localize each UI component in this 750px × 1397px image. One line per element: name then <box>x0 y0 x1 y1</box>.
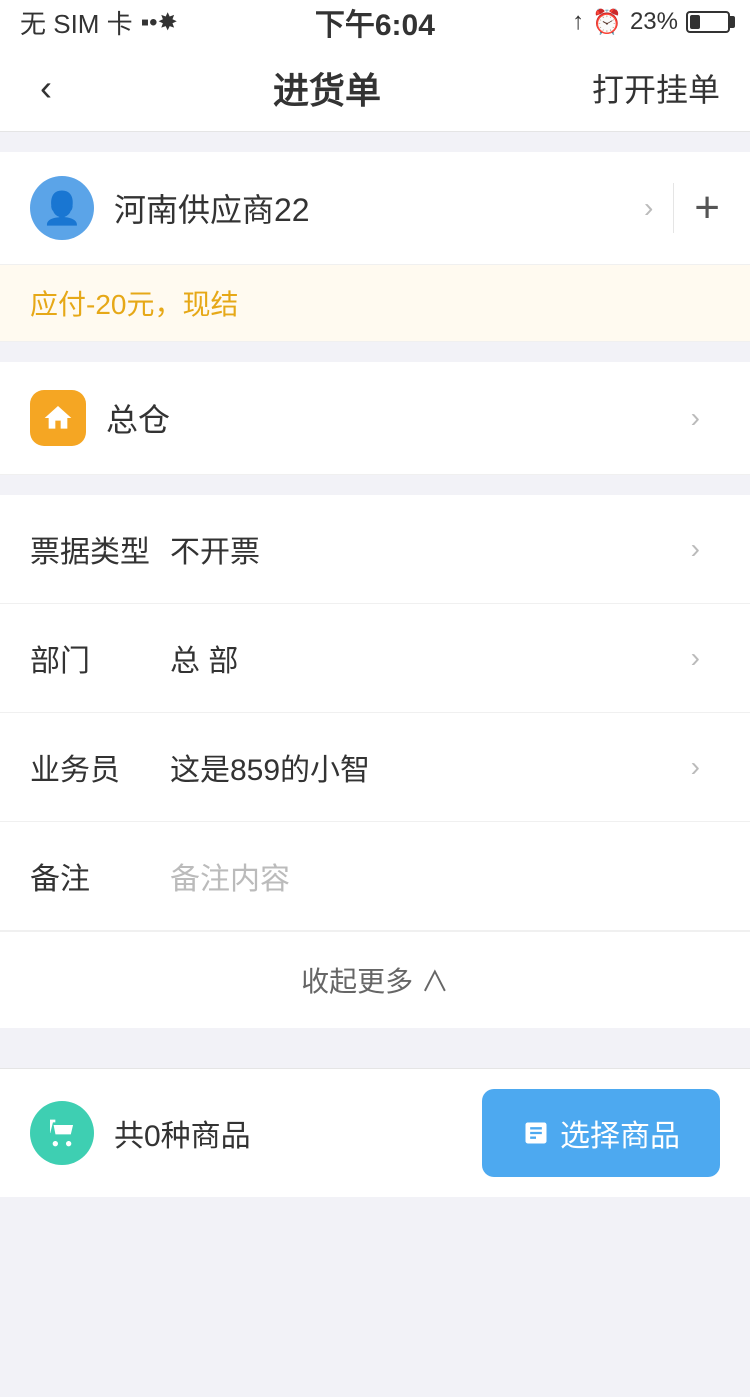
department-row[interactable]: 部门 总 部 › <box>0 604 750 713</box>
status-left: 无 SIM 卡 ▪•✸ <box>20 4 178 41</box>
vertical-divider <box>673 183 674 233</box>
back-button[interactable]: ‹ <box>30 57 62 119</box>
salesperson-chevron-icon: › <box>691 751 700 783</box>
time-label: 下午6:04 <box>315 0 435 44</box>
cart-icon <box>30 1101 94 1165</box>
bottom-bar: 共0种商品 选择商品 <box>0 1068 750 1197</box>
battery-percent: 23% <box>630 8 678 36</box>
section-gap-2 <box>0 342 750 362</box>
remarks-input[interactable]: 备注内容 <box>170 854 720 898</box>
status-right: ↑ ⏰ 23% <box>572 8 730 37</box>
warehouse-name: 总仓 <box>106 395 691 441</box>
section-gap-4 <box>0 1028 750 1048</box>
invoice-type-row[interactable]: 票据类型 不开票 › <box>0 495 750 604</box>
invoice-type-value: 不开票 <box>170 527 691 571</box>
page-background <box>0 1197 750 1397</box>
supplier-chevron-icon: › <box>644 192 653 224</box>
department-chevron-icon: › <box>691 642 700 674</box>
remarks-label: 备注 <box>30 854 170 898</box>
page-title: 进货单 <box>273 62 381 114</box>
invoice-chevron-icon: › <box>691 533 700 565</box>
select-goods-button[interactable]: 选择商品 <box>482 1089 720 1177</box>
salesperson-value: 这是859的小智 <box>170 745 691 789</box>
warehouse-icon <box>30 390 86 446</box>
notice-banner: 应付-20元，现结 <box>0 265 750 342</box>
supplier-name: 河南供应商22 <box>114 185 644 231</box>
salesperson-label: 业务员 <box>30 745 170 789</box>
department-value: 总 部 <box>170 636 691 680</box>
supplier-row[interactable]: 👤 河南供应商22 › + <box>0 152 750 265</box>
collapse-label: 收起更多 ∧ <box>301 960 449 1000</box>
alarm-icon: ⏰ <box>592 8 622 37</box>
supplier-section: 👤 河南供应商22 › + 应付-20元，现结 <box>0 152 750 342</box>
warehouse-chevron-icon: › <box>691 402 700 434</box>
goods-count-label: 共0种商品 <box>114 1111 482 1155</box>
nav-bar: ‹ 进货单 打开挂单 <box>0 44 750 132</box>
salesperson-row[interactable]: 业务员 这是859的小智 › <box>0 713 750 822</box>
remarks-row[interactable]: 备注 备注内容 <box>0 822 750 931</box>
notice-text: 应付-20元，现结 <box>30 289 238 320</box>
avatar-icon: 👤 <box>42 189 82 227</box>
form-section: 票据类型 不开票 › 部门 总 部 › 业务员 这是859的小智 › 备注 备注… <box>0 495 750 1028</box>
add-supplier-button[interactable]: + <box>694 186 720 230</box>
invoice-type-label: 票据类型 <box>30 527 170 571</box>
select-goods-label: 选择商品 <box>560 1111 680 1155</box>
open-pending-button[interactable]: 打开挂单 <box>592 65 720 111</box>
section-gap-1 <box>0 132 750 152</box>
wifi-icon: ▪•✸ <box>141 8 178 37</box>
supplier-avatar: 👤 <box>30 176 94 240</box>
location-icon: ↑ <box>572 8 584 36</box>
battery-icon <box>686 11 730 33</box>
warehouse-row[interactable]: 总仓 › <box>0 362 750 475</box>
collapse-row[interactable]: 收起更多 ∧ <box>0 931 750 1028</box>
carrier-label: 无 SIM 卡 <box>20 4 133 41</box>
department-label: 部门 <box>30 636 170 680</box>
status-bar: 无 SIM 卡 ▪•✸ 下午6:04 ↑ ⏰ 23% <box>0 0 750 44</box>
section-gap-3 <box>0 475 750 495</box>
